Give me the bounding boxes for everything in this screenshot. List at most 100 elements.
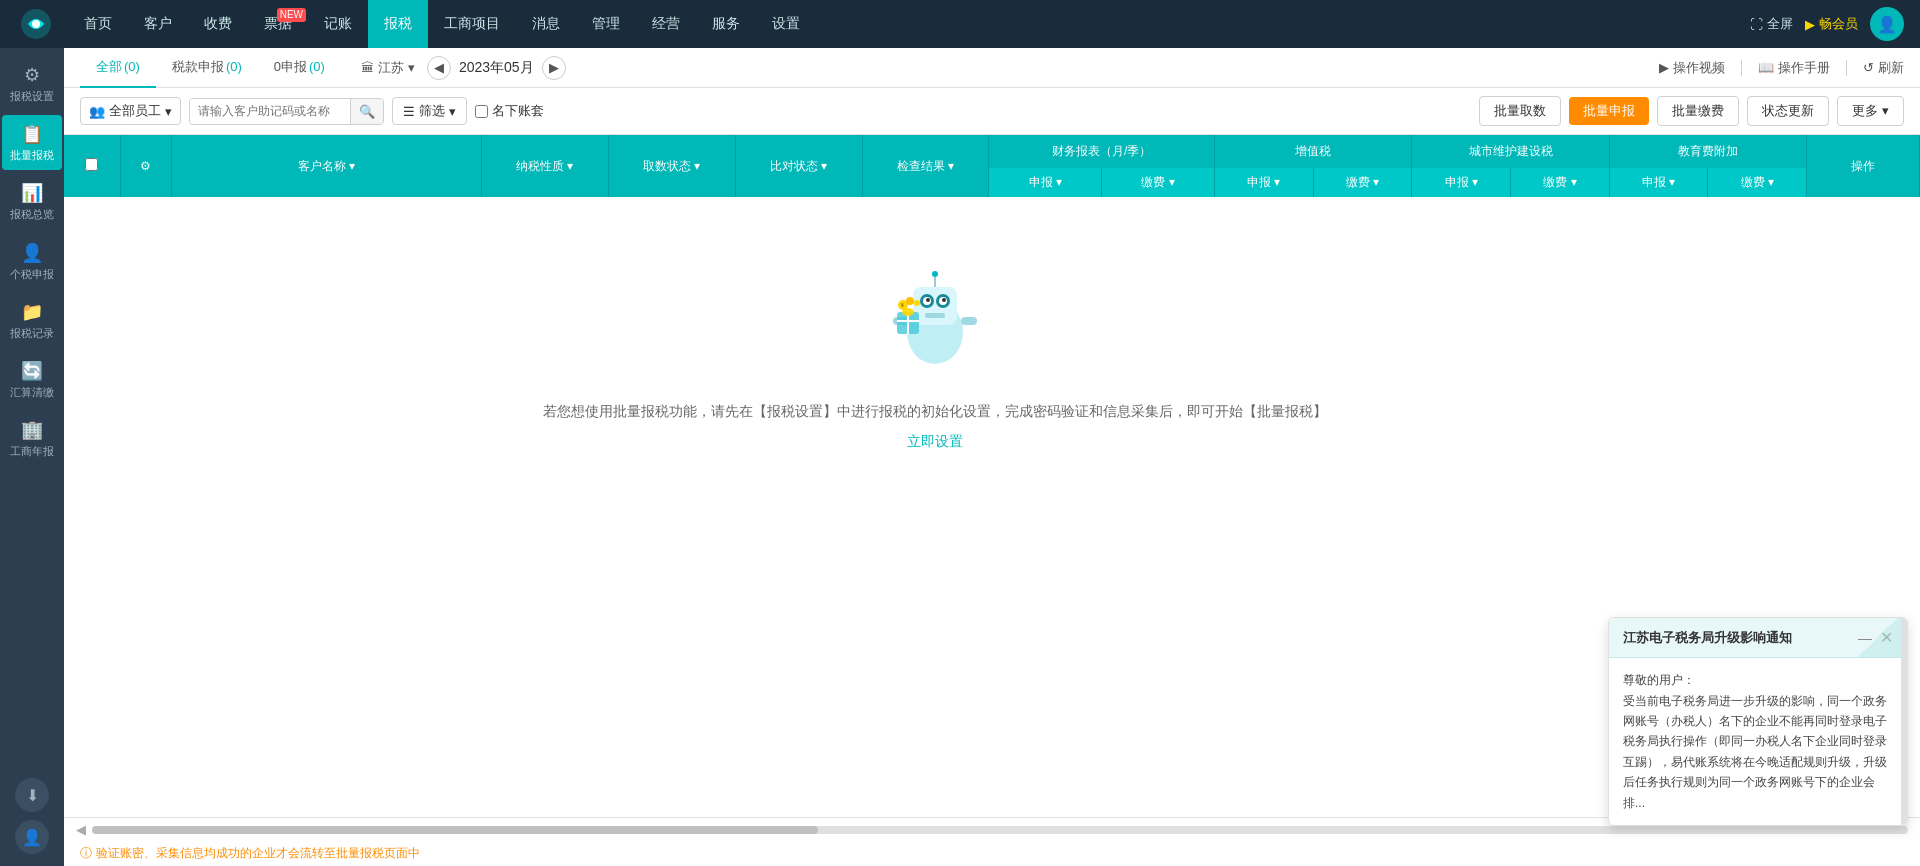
sidebar-item-personal-tax[interactable]: 👤 个税申报 [2,234,62,289]
left-arrow[interactable]: ◀ [76,822,86,837]
th-setting: ⚙ [120,135,171,197]
sidebar-item-tax-overview[interactable]: 📊 报税总览 [2,174,62,229]
nav-home[interactable]: 首页 [68,0,128,48]
fullscreen-button[interactable]: ⛶ 全屏 [1750,15,1793,33]
scrollbar-thumb [92,826,818,834]
sub-account-checkbox-label[interactable]: 名下账套 [475,102,544,120]
profile-icon-btn[interactable]: 👤 [15,820,49,854]
th-checkbox [64,135,120,197]
tab-zero-declare[interactable]: 0申报 (0) [258,48,341,88]
svg-point-20 [906,297,914,305]
tab-all[interactable]: 全部 (0) [80,48,156,88]
sidebar-item-settlement[interactable]: 🔄 汇算清缴 [2,352,62,407]
nav-invoice[interactable]: 票据 NEW [248,0,308,48]
sidebar-label-tax-overview: 报税总览 [10,208,54,221]
employee-select[interactable]: 👥 全部员工 ▾ [80,97,181,125]
annual-report-icon: 🏢 [21,419,43,441]
filter-dropdown-icon: ▾ [449,104,456,119]
warning-icon: ⓘ [80,845,92,862]
fullscreen-icon: ⛶ [1750,17,1763,32]
main-table: ⚙ 客户名称 ▾ 纳税性质 ▾ 取数状态 ▾ 比对 [64,135,1920,511]
status-update-button[interactable]: 状态更新 [1747,96,1829,126]
refresh-btn[interactable]: ↺ 刷新 [1863,59,1904,77]
notif-scrollbar[interactable] [1901,618,1907,825]
notification-body: 尊敬的用户： 受当前电子税务局进一步升级的影响，同一个政务网账号（办税人）名下的… [1609,658,1907,825]
nav-manage[interactable]: 管理 [576,0,636,48]
batch-fetch-button[interactable]: 批量取数 [1479,96,1561,126]
svg-point-1 [32,20,40,28]
svg-point-12 [932,271,938,277]
nav-items: 首页 客户 收费 票据 NEW 记账 报税 工商项目 消息 管理 经营 服务 设… [68,0,1750,48]
tab-tax-declare[interactable]: 税款申报 (0) [156,48,258,88]
new-badge: NEW [277,8,306,22]
notif-decoration [1847,618,1907,658]
empty-message: 若您想使用批量报税功能，请先在【报税设置】中进行报税的初始化设置，完成密码验证和… [543,397,1327,425]
th-edu-tax: 教育费附加 [1609,135,1806,168]
filter-button[interactable]: ☰ 筛选 ▾ [392,97,467,125]
bottom-warning-bar: ⓘ 验证账密、采集信息均成功的企业才会流转至批量报税页面中 [64,841,1920,866]
region-icon: 🏛 [361,60,374,75]
nav-settings[interactable]: 设置 [756,0,816,48]
dropdown-icon: ▾ [165,104,172,119]
user-avatar[interactable]: 👤 [1870,7,1904,41]
notification-text: 尊敬的用户： 受当前电子税务局进一步升级的影响，同一个政务网账号（办税人）名下的… [1623,670,1893,813]
select-all-checkbox[interactable] [85,158,98,171]
filter-icon: ▾ [1669,175,1675,189]
right-controls: ▶ 操作视频 📖 操作手册 ↺ 刷新 [1659,59,1904,77]
batch-declare-button[interactable]: 批量申报 [1569,97,1649,125]
sidebar-item-tax-records[interactable]: 📁 报税记录 [2,293,62,348]
nav-service[interactable]: 服务 [696,0,756,48]
svg-point-9 [942,298,946,302]
next-month-button[interactable]: ▶ [542,56,566,80]
nav-billing[interactable]: 收费 [188,0,248,48]
th-vat-pay: 缴费 ▾ [1313,168,1412,197]
th-edu-declare: 申报 ▾ [1609,168,1708,197]
nav-accounting[interactable]: 记账 [308,0,368,48]
sidebar-label-annual-report: 工商年报 [10,445,54,458]
sidebar-item-batch-tax[interactable]: 📋 批量报税 [2,115,62,170]
svg-point-8 [926,298,930,302]
more-button[interactable]: 更多 ▾ [1837,96,1904,126]
sub-account-checkbox[interactable] [475,105,488,118]
nav-tax[interactable]: 报税 [368,0,428,48]
prev-month-button[interactable]: ◀ [427,56,451,80]
operation-manual-btn[interactable]: 📖 操作手册 [1758,59,1830,77]
vip-icon: ▶ [1805,17,1815,32]
nav-message[interactable]: 消息 [516,0,576,48]
filter-icon: ▾ [1768,175,1774,189]
sidebar-item-tax-settings[interactable]: ⚙ 报税设置 [2,56,62,111]
search-input[interactable] [190,99,350,123]
batch-pay-button[interactable]: 批量缴费 [1657,96,1739,126]
batch-tax-icon: 📋 [21,123,43,145]
th-edu-pay: 缴费 ▾ [1708,168,1807,197]
app-logo[interactable] [16,4,56,44]
robot-illustration: ¥ [875,257,995,377]
divider2 [1846,60,1847,76]
th-compare-status: 比对状态 ▾ [735,135,862,197]
nav-customer[interactable]: 客户 [128,0,188,48]
filter-icon: ☰ [403,104,415,119]
filter-icon: ▾ [1056,175,1062,189]
empty-state: ¥ 若您想使用批量报税功能，请先在【报税设置】中进行报税的初始化设置，完成密码验… [64,197,1807,511]
operation-video-btn[interactable]: ▶ 操作视频 [1659,59,1725,77]
sidebar-label-tax-records: 报税记录 [10,327,54,340]
filter-icon: ▾ [1169,175,1175,189]
nav-business[interactable]: 工商项目 [428,0,516,48]
top-nav-right: ⛶ 全屏 ▶ 畅会员 👤 [1750,7,1904,41]
sidebar-item-annual-report[interactable]: 🏢 工商年报 [2,411,62,466]
th-city-pay: 缴费 ▾ [1511,168,1610,197]
sidebar-bottom: ⬇ 👤 [15,778,49,866]
download-icon-btn[interactable]: ⬇ [15,778,49,812]
sidebar-label-personal-tax: 个税申报 [10,268,54,281]
employee-list-icon: 👥 [89,104,105,119]
horizontal-scrollbar[interactable] [92,826,1908,834]
search-button[interactable]: 🔍 [350,99,383,124]
nav-operation[interactable]: 经营 [636,0,696,48]
region-selector[interactable]: 🏛 江苏 ▾ [361,59,415,77]
tabs-group: 全部 (0) 税款申报 (0) 0申报 (0) [80,48,341,88]
tax-settings-icon: ⚙ [24,64,40,86]
toolbar: 👥 全部员工 ▾ 🔍 ☰ 筛选 ▾ 名下账套 批量取数 批量申报 批量缴费 [64,88,1920,135]
settings-icon: ⚙ [140,159,151,173]
setup-link[interactable]: 立即设置 [907,433,963,451]
vip-button[interactable]: ▶ 畅会员 [1805,15,1858,33]
